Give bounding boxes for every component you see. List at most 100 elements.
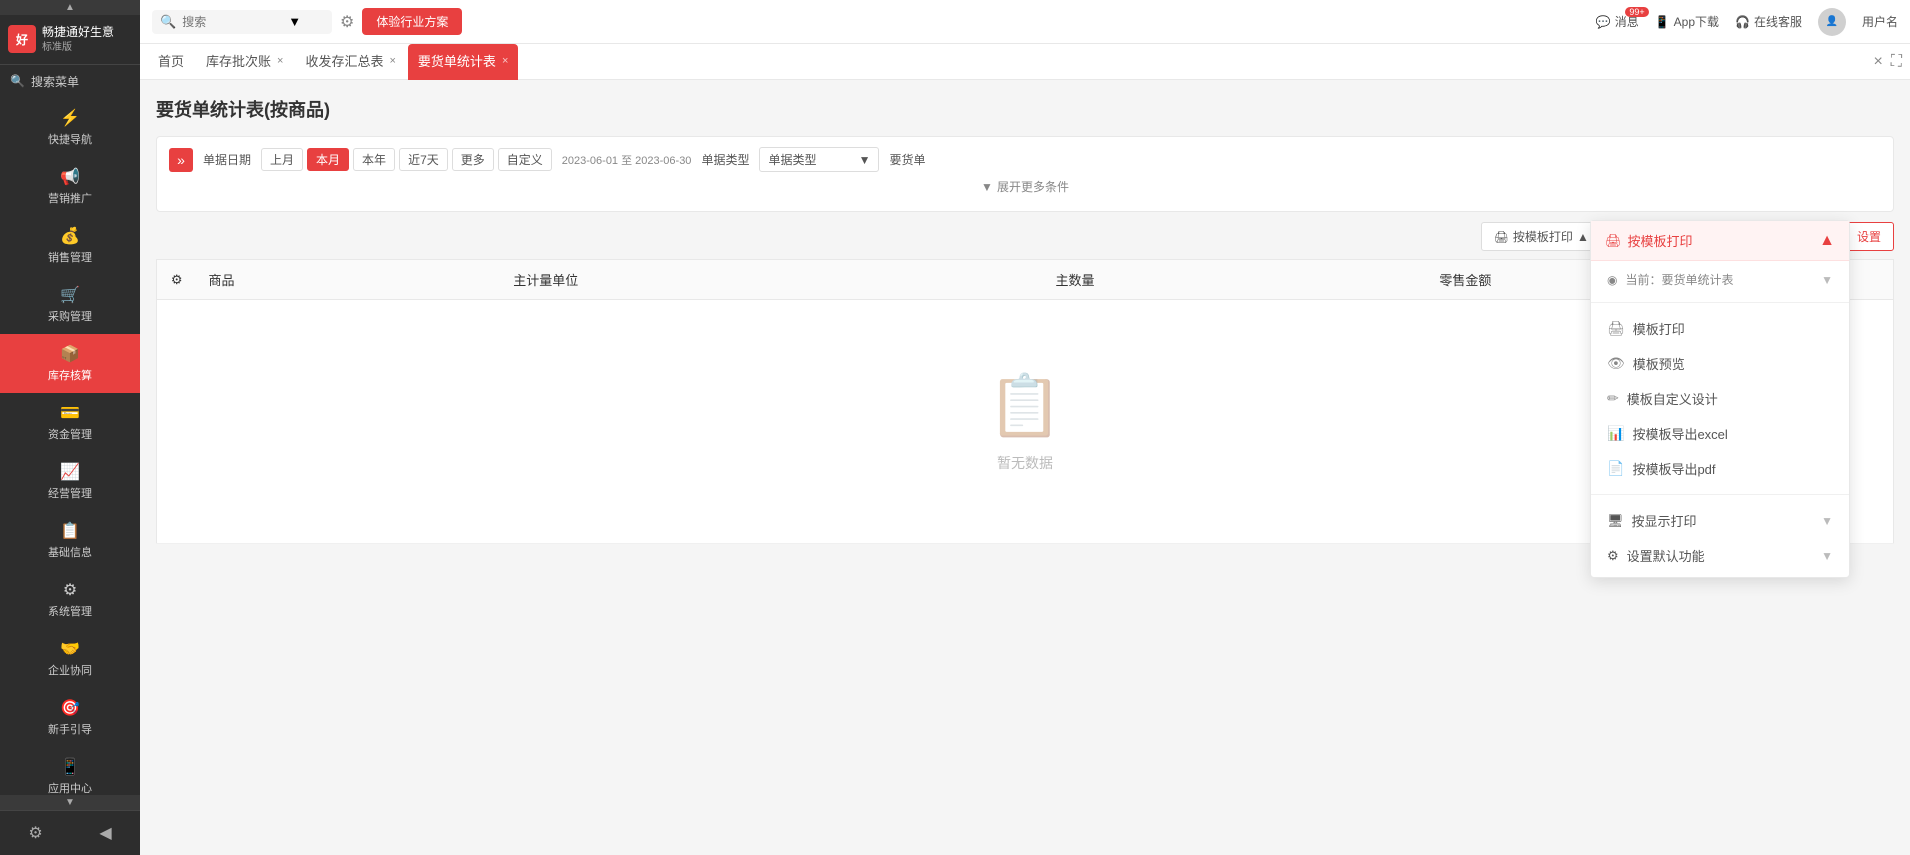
trial-btn[interactable]: 体验行业方案 bbox=[362, 8, 462, 35]
dropdown-template-preview[interactable]: 👁 模板预览 bbox=[1591, 346, 1849, 381]
set-default-icon: ⚙ bbox=[1607, 548, 1619, 564]
user-avatar[interactable]: 👤 bbox=[1818, 8, 1846, 36]
sidebar-item-finance[interactable]: 💳 资金管理 bbox=[0, 393, 140, 452]
sidebar-search-btn[interactable]: 🔍 搜索菜单 bbox=[0, 65, 140, 98]
window-maximize-btn[interactable]: ⛶ bbox=[1891, 53, 1902, 71]
sidebar-item-system[interactable]: ⚙ 系统管理 bbox=[0, 570, 140, 629]
settings-btn[interactable]: 设置 bbox=[1844, 222, 1894, 251]
tab-receivable-summary-close[interactable]: × bbox=[389, 55, 395, 67]
dropdown-header[interactable]: 🖨 按模板打印 ▲ bbox=[1591, 221, 1849, 261]
topbar-settings-icon[interactable]: ⚙ bbox=[340, 12, 354, 32]
notifications-btn[interactable]: 💬 消息 99+ bbox=[1596, 13, 1639, 30]
dropdown-sub-section: 🖥 按显示打印 ▼ ⚙ 设置默认功能 ▼ bbox=[1591, 499, 1849, 577]
tab-inventory-batch[interactable]: 库存批次账 × bbox=[196, 44, 293, 80]
sidebar-settings-btn[interactable]: ⚙ bbox=[24, 819, 46, 847]
topbar-search-input[interactable] bbox=[182, 15, 282, 29]
col-settings[interactable]: ⚙ bbox=[157, 260, 197, 300]
online-service-btn[interactable]: 🎧 在线客服 bbox=[1735, 13, 1802, 30]
notification-badge: 99+ bbox=[1625, 7, 1648, 17]
set-default-arrow: ▼ bbox=[1821, 549, 1833, 563]
dropdown-template-pdf[interactable]: 📄 按模板导出pdf bbox=[1591, 451, 1849, 486]
dropdown-template-print[interactable]: 🖨 模板打印 bbox=[1591, 311, 1849, 346]
topbar-search-area[interactable]: 🔍 ▼ bbox=[152, 10, 332, 34]
date-btn-custom[interactable]: 自定义 bbox=[498, 148, 552, 171]
dropdown-current-icon: ◉ bbox=[1607, 273, 1617, 287]
filter-expand-btn[interactable]: » bbox=[169, 148, 193, 172]
template-preview-icon: 👁 bbox=[1607, 355, 1625, 372]
tab-receivable-summary[interactable]: 收发存汇总表 × bbox=[295, 44, 405, 80]
filter-row: » 单据日期 上月 本月 本年 近7天 更多 自定义 2023-06-01 至 … bbox=[169, 147, 1881, 172]
marketing-icon: 📢 bbox=[60, 167, 80, 187]
empty-state-text: 暂无数据 bbox=[997, 453, 1053, 473]
sidebar-item-app-center[interactable]: 📱 应用中心 bbox=[0, 747, 140, 795]
filter-bar: » 单据日期 上月 本月 本年 近7天 更多 自定义 2023-06-01 至 … bbox=[156, 136, 1894, 212]
empty-state-icon: 📋 bbox=[988, 370, 1063, 441]
template-excel-icon: 📊 bbox=[1607, 425, 1624, 442]
date-btn-last-month[interactable]: 上月 bbox=[261, 148, 303, 171]
app-logo-icon: 好 bbox=[8, 25, 36, 53]
date-btn-7days[interactable]: 近7天 bbox=[399, 148, 448, 171]
order-type-select[interactable]: 单据类型 ▼ bbox=[759, 147, 879, 172]
sidebar-footer: ⚙ ◀ bbox=[0, 810, 140, 855]
sidebar-logo: 好 畅捷通好生意 标准版 bbox=[0, 15, 140, 65]
sidebar-item-quick-nav[interactable]: ⚡ 快捷导航 bbox=[0, 98, 140, 157]
username-label[interactable]: 用户名 bbox=[1862, 13, 1898, 30]
display-print-arrow: ▼ bbox=[1821, 514, 1833, 528]
sidebar-item-purchase[interactable]: 🛒 采购管理 bbox=[0, 275, 140, 334]
sidebar-scroll-down[interactable]: ▼ bbox=[0, 795, 140, 810]
dropdown-print-icon: 🖨 bbox=[1605, 233, 1622, 249]
dropdown-current-section: ◉ 当前：要货单统计表 ▼ bbox=[1591, 261, 1849, 298]
dropdown-template-design[interactable]: ✏ 模板自定义设计 bbox=[1591, 381, 1849, 416]
print-dropdown-menu: 🖨 按模板打印 ▲ ◉ 当前：要货单统计表 ▼ 🖨 模板打印 bbox=[1590, 220, 1850, 578]
date-btn-this-year[interactable]: 本年 bbox=[353, 148, 395, 171]
tab-inventory-batch-close[interactable]: × bbox=[277, 55, 283, 67]
dropdown-items-section: 🖨 模板打印 👁 模板预览 ✏ 模板自定义设计 📊 按模板导出excel 📄 bbox=[1591, 307, 1849, 490]
expand-icon: ▼ bbox=[981, 180, 993, 194]
sidebar-item-basic[interactable]: 📋 基础信息 bbox=[0, 511, 140, 570]
guide-icon: 🎯 bbox=[60, 698, 80, 718]
dropdown-divider-1 bbox=[1591, 302, 1849, 303]
date-btn-more[interactable]: 更多 bbox=[452, 148, 494, 171]
topbar-actions: 💬 消息 99+ 📱 App下载 🎧 在线客服 👤 用户名 bbox=[1596, 8, 1898, 36]
dropdown-current-item: ◉ 当前：要货单统计表 ▼ bbox=[1591, 265, 1849, 294]
operation-icon: 📈 bbox=[60, 462, 80, 482]
app-logo-text: 畅捷通好生意 标准版 bbox=[42, 25, 114, 54]
sidebar-item-cooperation[interactable]: 🤝 企业协同 bbox=[0, 629, 140, 688]
dropdown-close-icon[interactable]: ▲ bbox=[1819, 232, 1835, 250]
page-title: 要货单统计表(按商品) bbox=[156, 96, 1894, 122]
expand-conditions-btn[interactable]: ▼ 展开更多条件 bbox=[169, 172, 1881, 201]
sidebar-item-inventory[interactable]: 📦 库存核算 bbox=[0, 334, 140, 393]
purchase-icon: 🛒 bbox=[60, 285, 80, 305]
order-type-label: 单据类型 bbox=[701, 151, 749, 168]
sidebar-item-sales[interactable]: 💰 销售管理 bbox=[0, 216, 140, 275]
order-info-label: 要货单 bbox=[889, 151, 925, 168]
app-download-icon: 📱 bbox=[1655, 15, 1670, 29]
topbar-search-icon: 🔍 bbox=[160, 14, 176, 30]
page-content: 要货单统计表(按商品) » 单据日期 上月 本月 本年 近7天 更多 自定义 2… bbox=[140, 80, 1910, 855]
date-btn-this-month[interactable]: 本月 bbox=[307, 148, 349, 171]
app-download-btn[interactable]: 📱 App下载 bbox=[1655, 13, 1719, 30]
sidebar-item-operation[interactable]: 📈 经营管理 bbox=[0, 452, 140, 511]
dropdown-display-print[interactable]: 🖥 按显示打印 ▼ bbox=[1591, 503, 1849, 538]
dropdown-template-excel[interactable]: 📊 按模板导出excel bbox=[1591, 416, 1849, 451]
tab-order-stats-close[interactable]: × bbox=[502, 55, 508, 67]
sidebar-scroll-up[interactable]: ▲ bbox=[0, 0, 140, 15]
main-content: 🔍 ▼ ⚙ 体验行业方案 💬 消息 99+ 📱 App下载 🎧 在线客服 👤 用… bbox=[140, 0, 1910, 855]
cooperation-icon: 🤝 bbox=[60, 639, 80, 659]
sidebar-nav: ⚡ 快捷导航 📢 营销推广 💰 销售管理 🛒 采购管理 📦 库存核算 💳 资金管… bbox=[0, 98, 140, 795]
tab-order-stats[interactable]: 要货单统计表 × bbox=[408, 44, 518, 80]
service-icon: 🎧 bbox=[1735, 15, 1750, 29]
topbar-search-dropdown-icon[interactable]: ▼ bbox=[288, 14, 301, 29]
print-icon: 🖨 bbox=[1494, 230, 1509, 244]
sidebar-item-guide[interactable]: 🎯 新手引导 bbox=[0, 688, 140, 747]
finance-icon: 💳 bbox=[60, 403, 80, 423]
print-template-btn[interactable]: 🖨 按模板打印 ▲ bbox=[1481, 222, 1602, 251]
dropdown-set-default[interactable]: ⚙ 设置默认功能 ▼ bbox=[1591, 538, 1849, 573]
tab-home[interactable]: 首页 bbox=[148, 44, 194, 80]
dropdown-divider-2 bbox=[1591, 494, 1849, 495]
sidebar-collapse-btn[interactable]: ◀ bbox=[95, 819, 115, 847]
window-close-btn[interactable]: × bbox=[1873, 53, 1882, 71]
sidebar-item-marketing[interactable]: 📢 营销推广 bbox=[0, 157, 140, 216]
select-dropdown-icon: ▼ bbox=[859, 153, 871, 167]
notification-icon: 💬 bbox=[1596, 15, 1611, 29]
